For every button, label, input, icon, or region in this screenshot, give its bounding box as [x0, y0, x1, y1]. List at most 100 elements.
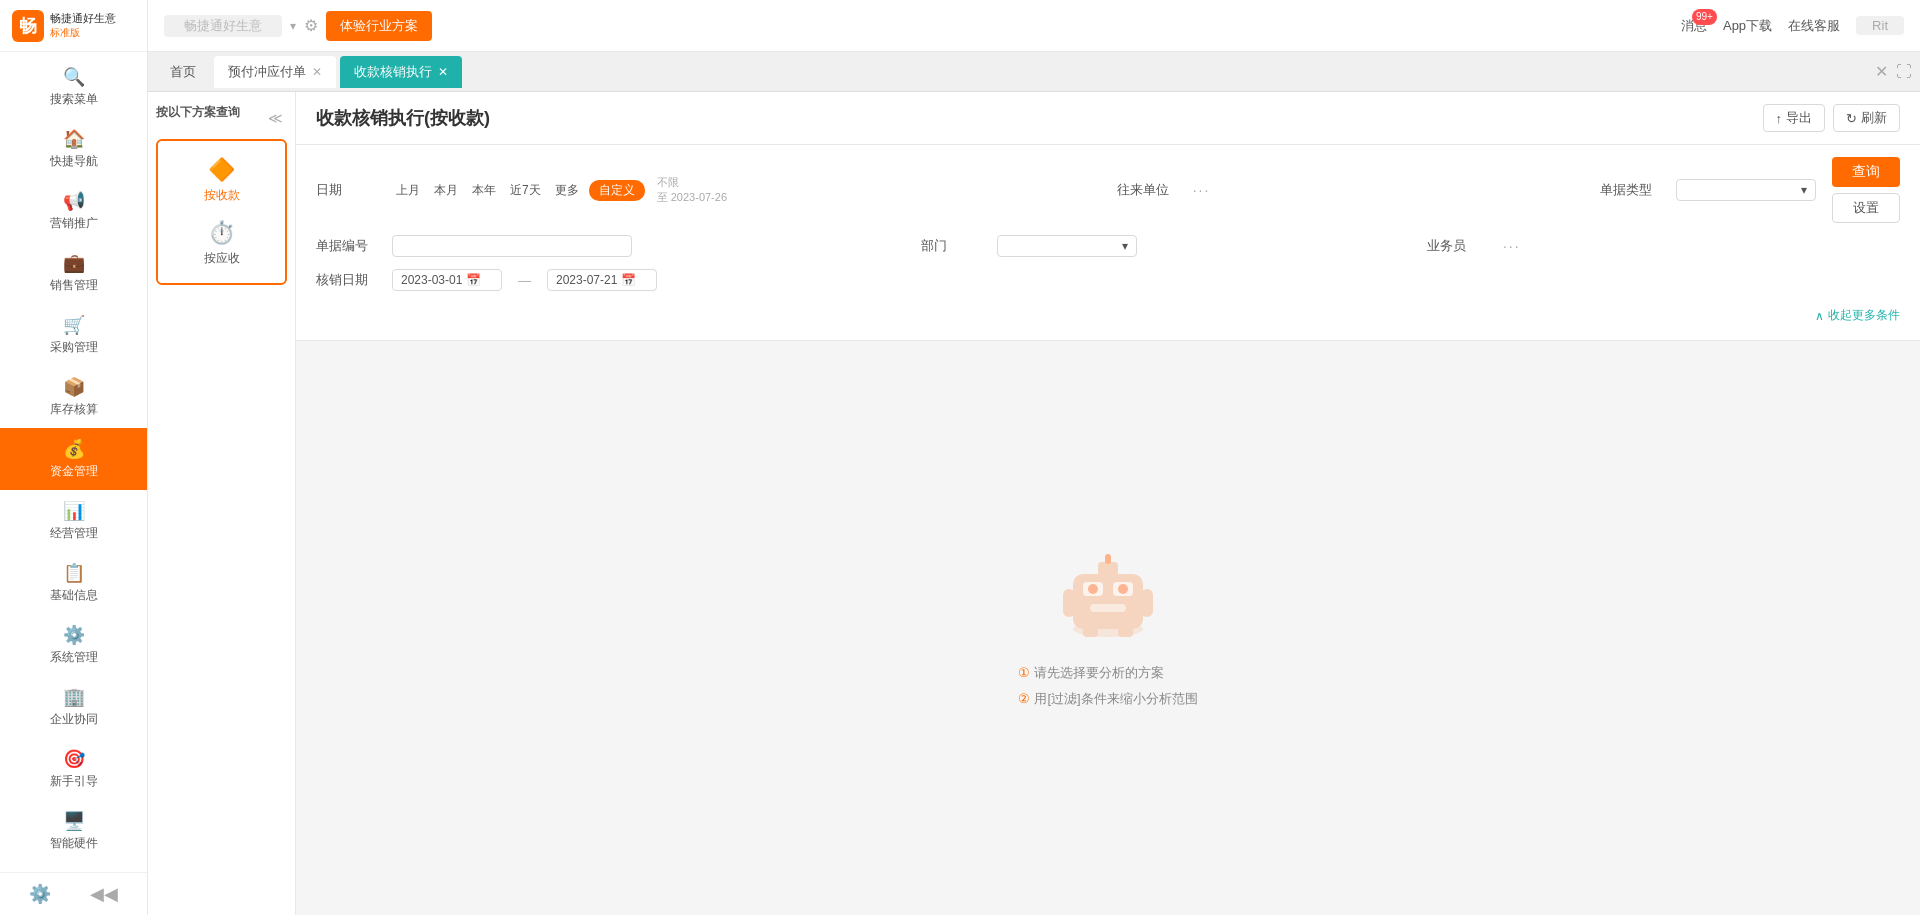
calendar-end-icon[interactable]: 📅 [621, 273, 636, 287]
query-receipt-label: 按收款 [204, 187, 240, 204]
empty-tip-1: ① 请先选择要分析的方案 [1018, 660, 1197, 686]
sidebar-item-label-hardware: 智能硬件 [50, 835, 98, 852]
svg-point-5 [1118, 584, 1128, 594]
sidebar-item-marketing[interactable]: 📢营销推广 [0, 180, 147, 242]
settings-icon[interactable]: ⚙️ [29, 883, 51, 905]
staff-dots[interactable]: ··· [1503, 238, 1521, 254]
logo-icon: 畅 [12, 10, 44, 42]
user-name[interactable]: Rit [1856, 16, 1904, 35]
business-icon: 📊 [63, 500, 85, 522]
shortcut-this-month[interactable]: 本月 [430, 180, 462, 201]
query-receivable-label: 按应收 [204, 250, 240, 267]
empty-tips: ① 请先选择要分析的方案 ② 用[过滤]条件来缩小分析范围 [1018, 660, 1197, 712]
sidebar-item-search[interactable]: 🔍搜索菜单 [0, 56, 147, 118]
verify-end-value: 2023-07-21 [556, 273, 617, 287]
sidebar-item-label-sales: 销售管理 [50, 277, 98, 294]
filter-row-1: 日期 上月 本月 本年 近7天 更多 自定义 不限 至 2023-07-26 [316, 157, 1900, 223]
svg-rect-6 [1090, 604, 1126, 612]
sidebar-item-purchase[interactable]: 🛒采购管理 [0, 304, 147, 366]
svg-rect-7 [1098, 562, 1118, 576]
shortcut-this-year[interactable]: 本年 [468, 180, 500, 201]
filter-area: 日期 上月 本月 本年 近7天 更多 自定义 不限 至 2023-07-26 [296, 145, 1920, 341]
header-actions: ↑ 导出 ↻ 刷新 [1763, 104, 1901, 132]
export-button[interactable]: ↑ 导出 [1763, 104, 1826, 132]
tab-receipt[interactable]: 收款核销执行 ✕ [340, 56, 462, 88]
tabbar: 首页 预付冲应付单 ✕ 收款核销执行 ✕ ✕ ⛶ [148, 52, 1920, 92]
calendar-start-icon[interactable]: 📅 [466, 273, 481, 287]
sidebar-item-wechat[interactable]: 💬企业微信 [0, 862, 147, 872]
sidebar-item-label-finance: 资金管理 [50, 463, 98, 480]
sidebar-item-label-quicknav: 快捷导航 [50, 153, 98, 170]
sidebar-item-inventory[interactable]: 📦库存核算 [0, 366, 147, 428]
empty-illustration [1048, 544, 1168, 644]
sidebar-item-quicknav[interactable]: 🏠快捷导航 [0, 118, 147, 180]
query-type-receipt[interactable]: 🔶 按收款 [158, 149, 285, 212]
hardware-icon: 🖥️ [63, 810, 85, 832]
topbar-appname: 畅捷通好生意 [164, 15, 282, 37]
shortcut-more[interactable]: 更多 [551, 180, 583, 201]
sidebar-item-label-basic: 基础信息 [50, 587, 98, 604]
tab-receipt-close[interactable]: ✕ [438, 65, 448, 79]
filter-row-2: 单据编号 部门 ▾ 业务员 ··· [316, 235, 1900, 257]
tab-home[interactable]: 首页 [156, 56, 210, 88]
sidebar-bottom: ⚙️ ◀◀ [0, 872, 147, 915]
svg-rect-12 [1118, 627, 1133, 637]
refresh-button[interactable]: ↻ 刷新 [1833, 104, 1900, 132]
collapse-icon[interactable]: ◀◀ [90, 883, 118, 905]
message-icon[interactable]: 消息 99+ [1681, 17, 1707, 35]
shortcut-last-month[interactable]: 上月 [392, 180, 424, 201]
settings-button[interactable]: 设置 [1832, 193, 1900, 223]
export-icon: ↑ [1776, 111, 1783, 126]
solution-button[interactable]: 体验行业方案 [326, 11, 432, 41]
sidebar-item-label-business: 经营管理 [50, 525, 98, 542]
svg-rect-9 [1063, 589, 1075, 617]
partner-label: 往来单位 [1117, 181, 1177, 199]
partner-dots[interactable]: ··· [1193, 182, 1211, 198]
empty-tip-2: ② 用[过滤]条件来缩小分析范围 [1018, 686, 1197, 712]
svg-rect-10 [1141, 589, 1153, 617]
dept-arrow: ▾ [1122, 239, 1128, 253]
query-button[interactable]: 查询 [1832, 157, 1900, 187]
sidebar-item-corp[interactable]: 🏢企业协同 [0, 676, 147, 738]
close-all-icon[interactable]: ✕ [1875, 62, 1888, 81]
sidebar-item-label-newbie: 新手引导 [50, 773, 98, 790]
sidebar-item-newbie[interactable]: 🎯新手引导 [0, 738, 147, 800]
logo-sub: 标准版 [50, 26, 116, 40]
refresh-icon: ↻ [1846, 111, 1857, 126]
topbar-left: 畅捷通好生意 ▾ ⚙ 体验行业方案 [164, 11, 432, 41]
query-panel-box: 🔶 按收款 ⏱️ 按应收 [156, 139, 287, 285]
svg-rect-8 [1105, 554, 1111, 564]
collapse-more-btn[interactable]: ∧ 收起更多条件 [1815, 303, 1900, 328]
sidebar-item-business[interactable]: 📊 经营管理 [0, 490, 147, 552]
shortcut-7days[interactable]: 近7天 [506, 180, 545, 201]
doc-no-label: 单据编号 [316, 237, 376, 255]
sidebar-item-system[interactable]: ⚙️系统管理 [0, 614, 147, 676]
tab-expand: ✕ ⛶ [1875, 62, 1912, 81]
sidebar-item-label-corp: 企业协同 [50, 711, 98, 728]
doc-no-input[interactable] [392, 235, 632, 257]
doc-type-select[interactable]: ▾ [1676, 179, 1816, 201]
tab-prepay[interactable]: 预付冲应付单 ✕ [214, 56, 336, 88]
online-service-link[interactable]: 在线客服 [1788, 17, 1840, 35]
app-download-link[interactable]: App下载 [1723, 17, 1772, 35]
dept-select[interactable]: ▾ [997, 235, 1137, 257]
content-area: 收款核销执行(按收款) ↑ 导出 ↻ 刷新 [296, 92, 1920, 915]
sidebar-item-hardware[interactable]: 🖥️ 智能硬件 [0, 800, 147, 862]
expand-icon[interactable]: ⛶ [1896, 63, 1912, 81]
content-header-top: 收款核销执行(按收款) ↑ 导出 ↻ 刷新 [316, 104, 1900, 132]
verify-date-start[interactable]: 2023-03-01 📅 [392, 269, 502, 291]
marketing-icon: 📢 [63, 190, 85, 212]
sidebar-item-basic[interactable]: 📋基础信息 [0, 552, 147, 614]
query-type-receivable[interactable]: ⏱️ 按应收 [158, 212, 285, 275]
topbar-dropdown-icon[interactable]: ▾ [290, 19, 296, 33]
topbar-gear-icon[interactable]: ⚙ [304, 16, 318, 35]
system-icon: ⚙️ [63, 624, 85, 646]
sidebar-item-sales[interactable]: 💼销售管理 [0, 242, 147, 304]
sidebar-logo: 畅 畅捷通好生意 标准版 [0, 0, 147, 52]
verify-date-end[interactable]: 2023-07-21 📅 [547, 269, 657, 291]
query-receipt-icon: 🔶 [208, 157, 235, 183]
shortcut-custom[interactable]: 自定义 [589, 180, 645, 201]
sidebar-item-finance[interactable]: 💰资金管理 [0, 428, 147, 490]
query-panel-collapse-icon[interactable]: ≪ [264, 106, 287, 130]
tab-prepay-close[interactable]: ✕ [312, 65, 322, 79]
